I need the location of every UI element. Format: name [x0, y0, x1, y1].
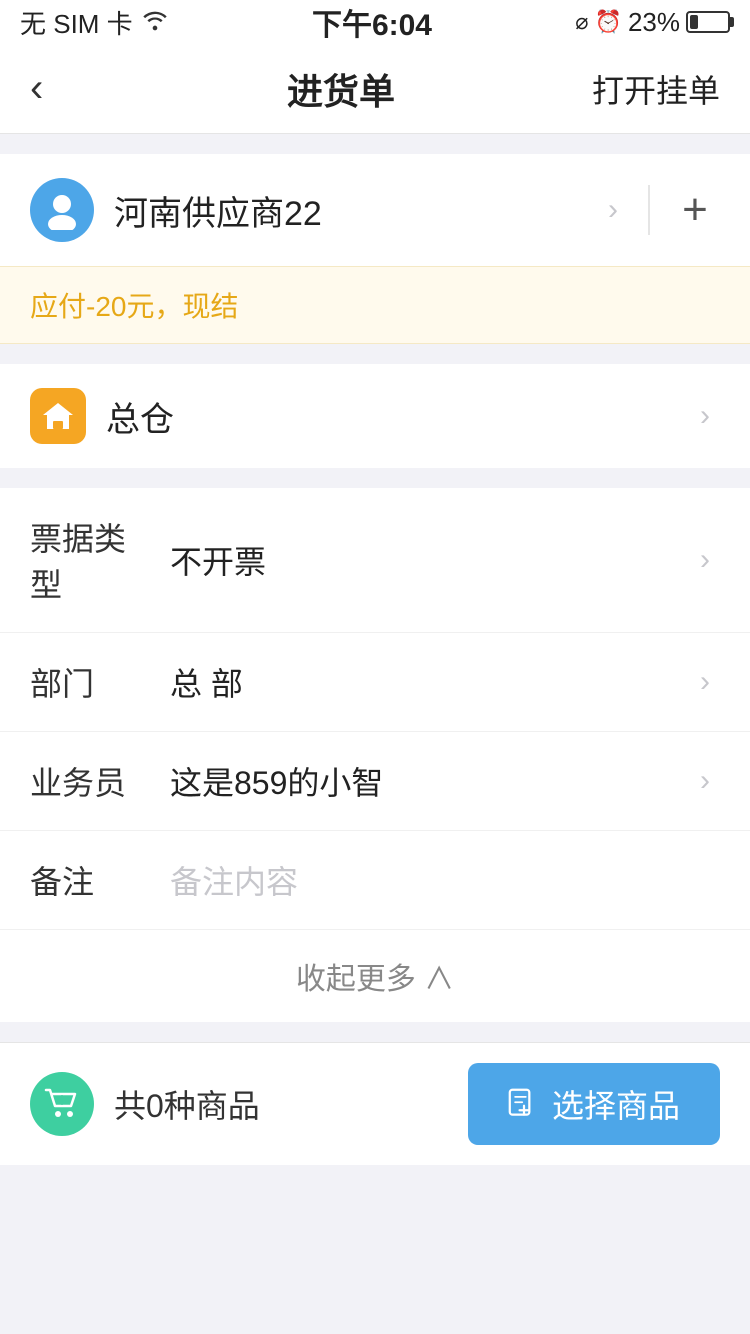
section-gap-1 [0, 134, 750, 154]
select-product-label: 选择商品 [552, 1081, 680, 1127]
warehouse-row[interactable]: 总仓 › [0, 364, 750, 468]
bottom-bar: 共0种商品 选择商品 [0, 1042, 750, 1165]
cart-icon [44, 1086, 80, 1122]
warehouse-card: 总仓 › [0, 364, 750, 468]
wifi-icon [141, 7, 169, 38]
status-time: 下午6:04 [312, 0, 432, 44]
salesperson-row[interactable]: 业务员 这是859的小智 › [0, 731, 750, 830]
person-icon [42, 190, 82, 230]
department-value: 总 部 [150, 659, 700, 705]
status-bar: 无 SIM 卡 下午6:04 ⌀ ⏰ 23% [0, 0, 750, 44]
invoice-value: 不开票 [150, 537, 700, 583]
open-pending-button[interactable]: 打开挂单 [592, 66, 720, 112]
notice-bar: 应付-20元，现结 [0, 266, 750, 344]
supplier-row[interactable]: 河南供应商22 › + [0, 154, 750, 266]
invoice-row[interactable]: 票据类型 不开票 › [0, 488, 750, 632]
battery-icon [686, 11, 730, 33]
supplier-card: 河南供应商22 › + 应付-20元，现结 [0, 154, 750, 344]
remark-row[interactable]: 备注 备注内容 [0, 830, 750, 929]
collapse-row[interactable]: 收起更多 ∧ [0, 929, 750, 1022]
supplier-divider [648, 185, 650, 235]
product-count: 共0种商品 [114, 1081, 448, 1127]
section-gap-4 [0, 1022, 750, 1042]
invoice-label: 票据类型 [30, 514, 150, 606]
add-supplier-button[interactable]: + [670, 185, 720, 235]
supplier-chevron-icon: › [608, 193, 618, 227]
salesperson-value: 这是859的小智 [150, 758, 700, 804]
supplier-avatar [30, 178, 94, 242]
remark-label: 备注 [30, 857, 150, 903]
page-title: 进货单 [287, 63, 395, 115]
select-product-icon [508, 1088, 540, 1120]
main-content: 河南供应商22 › + 应付-20元，现结 总仓 › 票据 [0, 134, 750, 1165]
warehouse-chevron-icon: › [700, 399, 710, 433]
battery-percent: 23% [628, 7, 680, 38]
warehouse-name: 总仓 [106, 392, 700, 441]
status-left: 无 SIM 卡 [20, 4, 169, 41]
section-gap-2 [0, 344, 750, 364]
notice-text: 应付-20元，现结 [30, 291, 238, 322]
collapse-label: 收起更多 ∧ [296, 963, 454, 996]
location-icon: ⌀ [575, 9, 588, 35]
department-chevron-icon: › [700, 665, 710, 699]
nav-bar: ‹ 进货单 打开挂单 [0, 44, 750, 134]
invoice-chevron-icon: › [700, 543, 710, 577]
salesperson-label: 业务员 [30, 758, 150, 804]
alarm-icon: ⏰ [595, 9, 622, 35]
select-product-button[interactable]: 选择商品 [468, 1063, 720, 1145]
status-right: ⌀ ⏰ 23% [575, 7, 730, 38]
warehouse-icon [30, 388, 86, 444]
cart-icon-wrap [30, 1072, 94, 1136]
back-button[interactable]: ‹ [30, 66, 90, 111]
carrier-label: 无 SIM 卡 [20, 4, 133, 41]
salesperson-chevron-icon: › [700, 764, 710, 798]
remark-input[interactable]: 备注内容 [150, 857, 720, 903]
department-label: 部门 [30, 659, 150, 705]
house-icon [41, 399, 75, 433]
department-row[interactable]: 部门 总 部 › [0, 632, 750, 731]
form-card: 票据类型 不开票 › 部门 总 部 › 业务员 这是859的小智 › 备注 备注… [0, 488, 750, 1022]
section-gap-3 [0, 468, 750, 488]
supplier-name: 河南供应商22 [114, 186, 608, 235]
